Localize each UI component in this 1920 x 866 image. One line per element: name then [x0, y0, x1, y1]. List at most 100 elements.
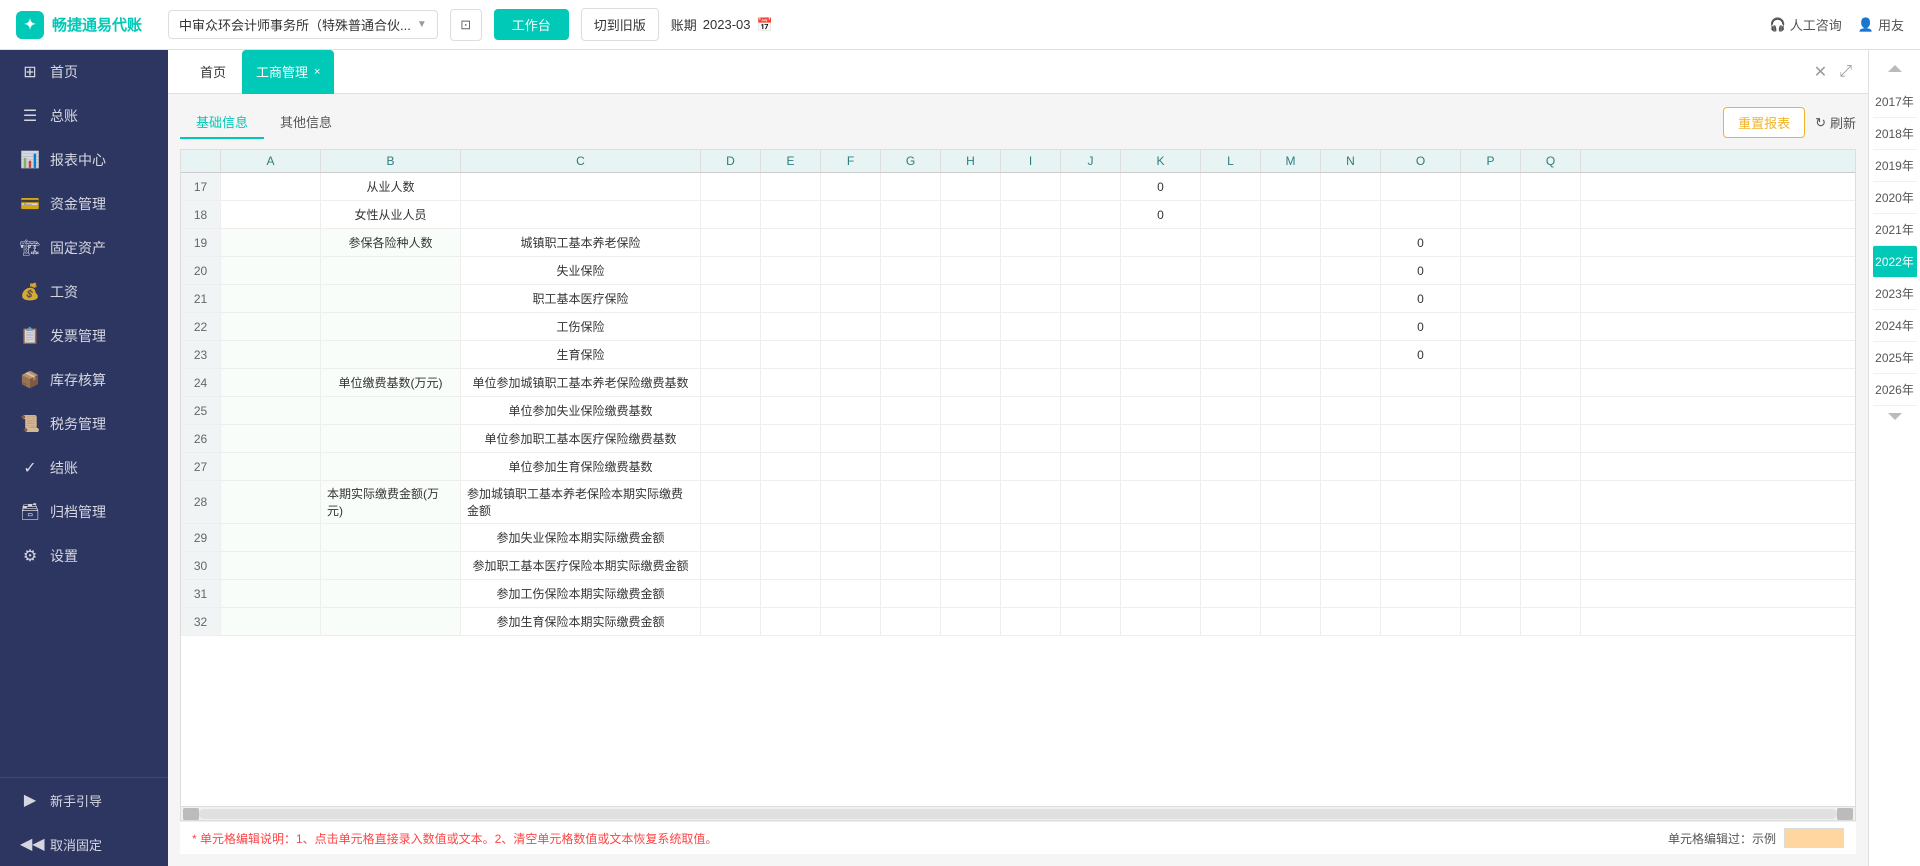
cell-27-h[interactable] — [941, 453, 1001, 480]
cell-25-k[interactable] — [1121, 397, 1201, 424]
cell-26-d[interactable] — [701, 425, 761, 452]
cell-29-j[interactable] — [1061, 524, 1121, 551]
cell-23-l[interactable] — [1201, 341, 1261, 368]
cell-26-p[interactable] — [1461, 425, 1521, 452]
cell-31-g[interactable] — [881, 580, 941, 607]
year-2019[interactable]: 2019年 — [1873, 150, 1917, 182]
cell-26-i[interactable] — [1001, 425, 1061, 452]
cell-29-k[interactable] — [1121, 524, 1201, 551]
cell-20-d[interactable] — [701, 257, 761, 284]
cell-17-k[interactable]: 0 — [1121, 173, 1201, 200]
cell-30-o[interactable] — [1381, 552, 1461, 579]
calendar-icon[interactable]: 📅 — [757, 17, 773, 33]
cell-19-a[interactable] — [221, 229, 321, 256]
cell-18-f[interactable] — [821, 201, 881, 228]
cell-24-e[interactable] — [761, 369, 821, 396]
sidebar-item-closing[interactable]: ✓ 结账 — [0, 446, 168, 490]
tab-gongshang[interactable]: 工商管理 × — [242, 50, 334, 94]
cell-28-h[interactable] — [941, 481, 1001, 523]
cell-31-k[interactable] — [1121, 580, 1201, 607]
cell-21-p[interactable] — [1461, 285, 1521, 312]
cell-30-j[interactable] — [1061, 552, 1121, 579]
cell-28-o[interactable] — [1381, 481, 1461, 523]
cell-18-g[interactable] — [881, 201, 941, 228]
cell-25-i[interactable] — [1001, 397, 1061, 424]
cell-20-m[interactable] — [1261, 257, 1321, 284]
sidebar-item-invoice[interactable]: 📋 发票管理 — [0, 314, 168, 358]
sidebar-item-salary[interactable]: 💰 工资 — [0, 270, 168, 314]
cell-31-b[interactable] — [321, 580, 461, 607]
cell-24-d[interactable] — [701, 369, 761, 396]
cell-25-h[interactable] — [941, 397, 1001, 424]
cell-25-p[interactable] — [1461, 397, 1521, 424]
cell-24-o[interactable] — [1381, 369, 1461, 396]
cell-31-p[interactable] — [1461, 580, 1521, 607]
cell-18-p[interactable] — [1461, 201, 1521, 228]
cell-21-b[interactable] — [321, 285, 461, 312]
cell-17-g[interactable] — [881, 173, 941, 200]
cell-20-a[interactable] — [221, 257, 321, 284]
cell-19-i[interactable] — [1001, 229, 1061, 256]
cell-18-a[interactable] — [221, 201, 321, 228]
cell-26-b[interactable] — [321, 425, 461, 452]
table-row[interactable]: 30 参加职工基本医疗保险本期实际缴费金额 — [181, 552, 1855, 580]
horizontal-scrollbar[interactable] — [181, 806, 1855, 820]
cell-20-q[interactable] — [1521, 257, 1581, 284]
table-row[interactable]: 27 单位参加生育保险缴费基数 — [181, 453, 1855, 481]
cell-30-a[interactable] — [221, 552, 321, 579]
cell-24-j[interactable] — [1061, 369, 1121, 396]
cell-28-m[interactable] — [1261, 481, 1321, 523]
cell-30-e[interactable] — [761, 552, 821, 579]
cell-26-k[interactable] — [1121, 425, 1201, 452]
cell-22-e[interactable] — [761, 313, 821, 340]
cell-29-f[interactable] — [821, 524, 881, 551]
cell-28-e[interactable] — [761, 481, 821, 523]
cell-24-p[interactable] — [1461, 369, 1521, 396]
cell-32-o[interactable] — [1381, 608, 1461, 635]
sidebar-item-newguide[interactable]: ▶ 新手引导 — [0, 778, 168, 822]
cell-21-e[interactable] — [761, 285, 821, 312]
cell-21-i[interactable] — [1001, 285, 1061, 312]
tab-close-button[interactable]: × — [314, 66, 320, 78]
year-2026[interactable]: 2026年 — [1873, 374, 1917, 406]
cell-17-o[interactable] — [1381, 173, 1461, 200]
switch-version-button[interactable]: 切到旧版 — [581, 8, 659, 41]
cell-27-n[interactable] — [1321, 453, 1381, 480]
cell-19-j[interactable] — [1061, 229, 1121, 256]
cell-27-l[interactable] — [1201, 453, 1261, 480]
cell-32-h[interactable] — [941, 608, 1001, 635]
cell-18-h[interactable] — [941, 201, 1001, 228]
sub-tab-basic[interactable]: 基础信息 — [180, 106, 264, 139]
year-2020[interactable]: 2020年 — [1873, 182, 1917, 214]
table-row[interactable]: 25 单位参加失业保险缴费基数 — [181, 397, 1855, 425]
cell-29-i[interactable] — [1001, 524, 1061, 551]
cell-31-l[interactable] — [1201, 580, 1261, 607]
year-2018[interactable]: 2018年 — [1873, 118, 1917, 150]
cell-21-a[interactable] — [221, 285, 321, 312]
cell-32-c[interactable]: 参加生育保险本期实际缴费金额 — [461, 608, 701, 635]
user-menu[interactable]: 👤 用友 — [1858, 15, 1904, 34]
cell-23-c[interactable]: 生育保险 — [461, 341, 701, 368]
cell-32-a[interactable] — [221, 608, 321, 635]
cell-19-p[interactable] — [1461, 229, 1521, 256]
cell-29-m[interactable] — [1261, 524, 1321, 551]
cell-23-k[interactable] — [1121, 341, 1201, 368]
cell-20-l[interactable] — [1201, 257, 1261, 284]
cell-17-b[interactable]: 从业人数 — [321, 173, 461, 200]
cell-23-j[interactable] — [1061, 341, 1121, 368]
table-row[interactable]: 20 失业保险 — [181, 257, 1855, 285]
cell-18-c[interactable] — [461, 201, 701, 228]
cell-24-f[interactable] — [821, 369, 881, 396]
year-2021[interactable]: 2021年 — [1873, 214, 1917, 246]
cell-25-q[interactable] — [1521, 397, 1581, 424]
cell-22-h[interactable] — [941, 313, 1001, 340]
table-row[interactable]: 24 单位缴费基数(万元) 单位参加城镇职工基本养老保险缴费基数 — [181, 369, 1855, 397]
cell-19-n[interactable] — [1321, 229, 1381, 256]
cell-28-n[interactable] — [1321, 481, 1381, 523]
cell-30-k[interactable] — [1121, 552, 1201, 579]
cell-32-l[interactable] — [1201, 608, 1261, 635]
cell-23-b[interactable] — [321, 341, 461, 368]
cell-18-m[interactable] — [1261, 201, 1321, 228]
consult-button[interactable]: 🎧 人工咨询 — [1770, 15, 1842, 34]
cell-31-h[interactable] — [941, 580, 1001, 607]
